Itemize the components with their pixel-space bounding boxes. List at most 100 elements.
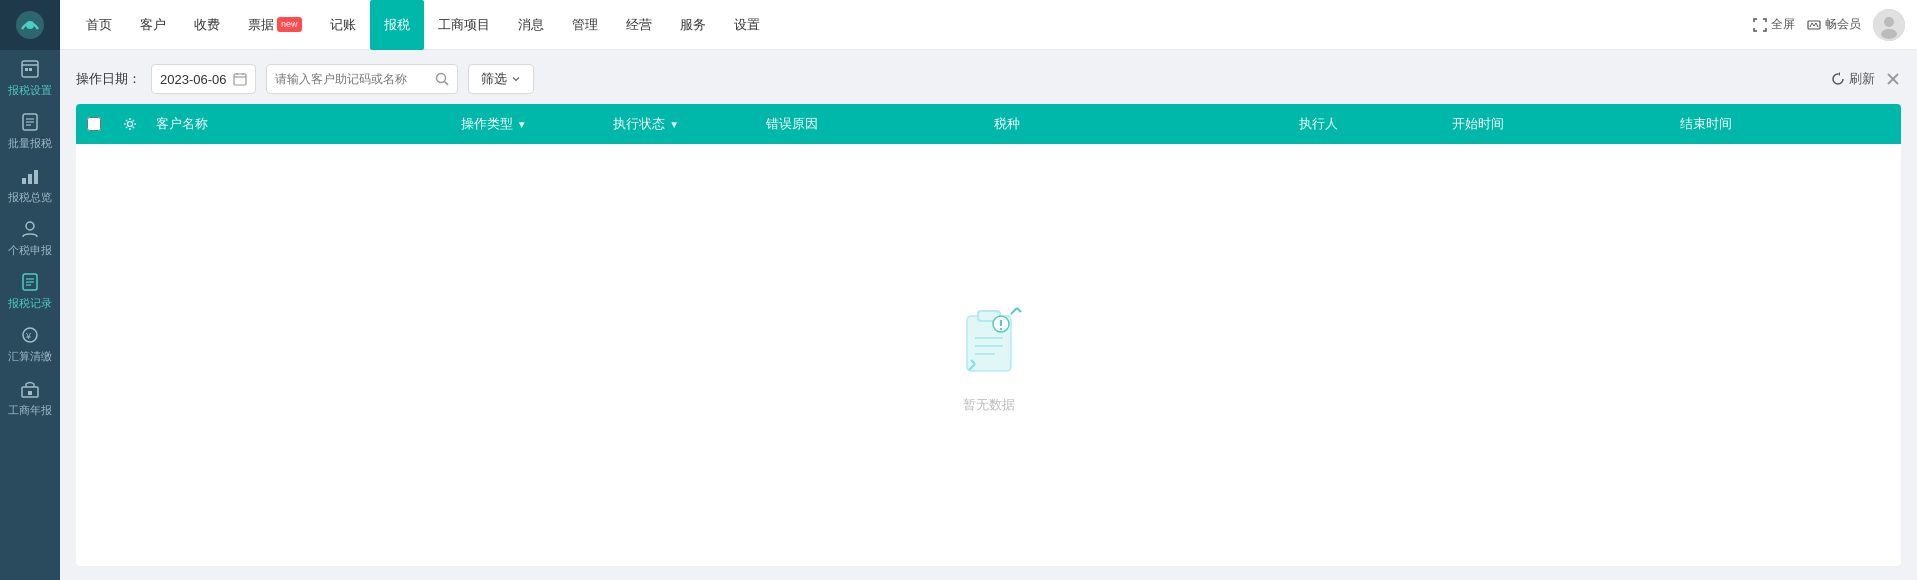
search-input[interactable]: [267, 72, 427, 86]
sidebar-item-baoshui-zonglam-label: 报税总览: [8, 190, 52, 204]
th-checkbox[interactable]: [76, 117, 112, 131]
baoshui-jilu-icon: [19, 271, 41, 293]
vip-button[interactable]: 畅会员: [1807, 16, 1861, 33]
nav-item-shezhi[interactable]: 设置: [720, 0, 774, 50]
piaoju-badge: new: [277, 17, 302, 32]
huisuan-jiaona-icon: ¥: [19, 324, 41, 346]
table-header: 客户名称 操作类型 ▼ 执行状态 ▼ 错误原因 税种 执行人: [76, 104, 1901, 144]
svg-rect-22: [1808, 21, 1820, 29]
sidebar-item-baoshui-jilu-label: 报税记录: [8, 296, 52, 310]
baoshui-shezhi-icon: [19, 58, 41, 80]
close-icon: [1885, 71, 1901, 87]
select-all-checkbox[interactable]: [87, 117, 101, 131]
nav-item-baoshui[interactable]: 报税: [370, 0, 424, 50]
th-settings[interactable]: [112, 117, 148, 131]
empty-text: 暂无数据: [963, 396, 1015, 414]
sidebar-item-gongshang-nianbao[interactable]: 工商年报: [0, 370, 60, 423]
top-nav: 首页 客户 收费 票据 new 记账 报税 工商项目 消息: [60, 0, 1917, 50]
sidebar-item-piliang-baoshui[interactable]: 批量报税: [0, 103, 60, 156]
svg-point-43: [999, 328, 1001, 330]
svg-line-31: [444, 82, 448, 86]
caozuo-filter-icon[interactable]: ▼: [517, 119, 527, 130]
table-body: 暂无数据: [76, 144, 1901, 566]
sidebar-item-geshui-shenbao[interactable]: 个税申报: [0, 210, 60, 263]
data-table: 客户名称 操作类型 ▼ 执行状态 ▼ 错误原因 税种 执行人: [76, 104, 1901, 566]
nav-item-shoufei[interactable]: 收费: [180, 0, 234, 50]
nav-item-shouye[interactable]: 首页: [72, 0, 126, 50]
sidebar-item-huisuan-jiaona[interactable]: ¥ 汇算清缴: [0, 316, 60, 369]
sidebar-item-baoshui-jilu[interactable]: 报税记录: [0, 263, 60, 316]
zhixing-filter-icon[interactable]: ▼: [669, 119, 679, 130]
svg-rect-12: [34, 170, 38, 184]
vip-icon: [1807, 18, 1821, 32]
baoshui-zonglam-icon: [19, 165, 41, 187]
sidebar-item-geshui-shenbao-label: 个税申报: [8, 243, 52, 257]
nav-item-jizhang[interactable]: 记账: [316, 0, 370, 50]
svg-line-45: [1017, 308, 1021, 312]
th-cuowu-yuanyin: 错误原因: [758, 115, 987, 133]
search-box: [266, 64, 458, 94]
fullscreen-icon: [1753, 18, 1767, 32]
sidebar-item-piliang-baoshui-label: 批量报税: [8, 136, 52, 150]
svg-point-34: [128, 122, 133, 127]
th-zhixing-zhuangtai: 执行状态 ▼: [605, 115, 757, 133]
svg-point-24: [1884, 17, 1894, 27]
sidebar-item-baoshui-zonglam[interactable]: 报税总览: [0, 157, 60, 210]
th-shuizhong: 税种: [986, 115, 1291, 133]
refresh-button[interactable]: 刷新: [1831, 70, 1875, 88]
settings-icon: [123, 117, 137, 131]
th-jieshu-shijian: 结束时间: [1672, 115, 1901, 133]
nav-items: 首页 客户 收费 票据 new 记账 报税 工商项目 消息: [72, 0, 1753, 50]
nav-item-guanli[interactable]: 管理: [558, 0, 612, 50]
main-area: 首页 客户 收费 票据 new 记账 报税 工商项目 消息: [60, 0, 1917, 580]
th-zhixingren: 执行人: [1291, 115, 1443, 133]
geshui-shenbao-icon: [19, 218, 41, 240]
sidebar-logo[interactable]: [0, 0, 60, 50]
nav-item-piaoju[interactable]: 票据 new: [234, 0, 316, 50]
date-value: 2023-06-06: [160, 72, 227, 87]
th-kehu-mingcheng: 客户名称: [148, 115, 453, 133]
date-picker[interactable]: 2023-06-06: [151, 64, 256, 94]
sidebar-item-huisuan-jiaona-label: 汇算清缴: [8, 349, 52, 363]
filter-label: 筛选: [481, 70, 507, 88]
gongshang-nianbao-icon: [19, 378, 41, 400]
svg-rect-10: [22, 178, 26, 184]
nav-item-fuwu[interactable]: 服务: [666, 0, 720, 50]
search-icon: [435, 72, 449, 86]
search-button[interactable]: [427, 72, 457, 86]
svg-text:¥: ¥: [25, 331, 32, 341]
user-avatar[interactable]: [1873, 9, 1905, 41]
svg-rect-11: [28, 174, 32, 184]
svg-point-25: [1881, 29, 1897, 39]
calendar-icon: [233, 72, 247, 86]
sidebar-item-baoshui-shezhi-label: 报税设置: [8, 83, 52, 97]
sidebar-item-gongshang-nianbao-label: 工商年报: [8, 403, 52, 417]
toolbar: 操作日期： 2023-06-06: [76, 64, 1901, 94]
svg-rect-21: [28, 391, 32, 395]
close-button[interactable]: [1885, 71, 1901, 87]
nav-item-kehu[interactable]: 客户: [126, 0, 180, 50]
sidebar: 报税设置 批量报税 报税总览: [0, 0, 60, 580]
sidebar-item-baoshui-shezhi[interactable]: 报税设置: [0, 50, 60, 103]
empty-illustration: [949, 296, 1029, 386]
chevron-down-icon: [511, 74, 521, 84]
svg-line-44: [1011, 308, 1017, 314]
piliang-baoshui-icon: [19, 111, 41, 133]
nav-item-gongshang-xiangmu[interactable]: 工商项目: [424, 0, 504, 50]
svg-rect-5: [29, 68, 32, 71]
filter-button[interactable]: 筛选: [468, 64, 534, 94]
th-kaishi-shijian: 开始时间: [1444, 115, 1673, 133]
svg-rect-26: [234, 74, 246, 85]
refresh-label: 刷新: [1849, 70, 1875, 88]
date-label: 操作日期：: [76, 70, 141, 88]
svg-rect-4: [25, 68, 28, 71]
refresh-icon: [1831, 72, 1845, 86]
nav-item-xiaoxi[interactable]: 消息: [504, 0, 558, 50]
fullscreen-button[interactable]: 全屏: [1753, 16, 1795, 33]
svg-point-13: [26, 222, 34, 230]
svg-point-30: [436, 74, 445, 83]
svg-point-1: [26, 21, 34, 29]
topnav-right: 全屏 畅会员: [1753, 9, 1905, 41]
nav-item-jingying[interactable]: 经营: [612, 0, 666, 50]
th-caozuo-leixing: 操作类型 ▼: [453, 115, 605, 133]
